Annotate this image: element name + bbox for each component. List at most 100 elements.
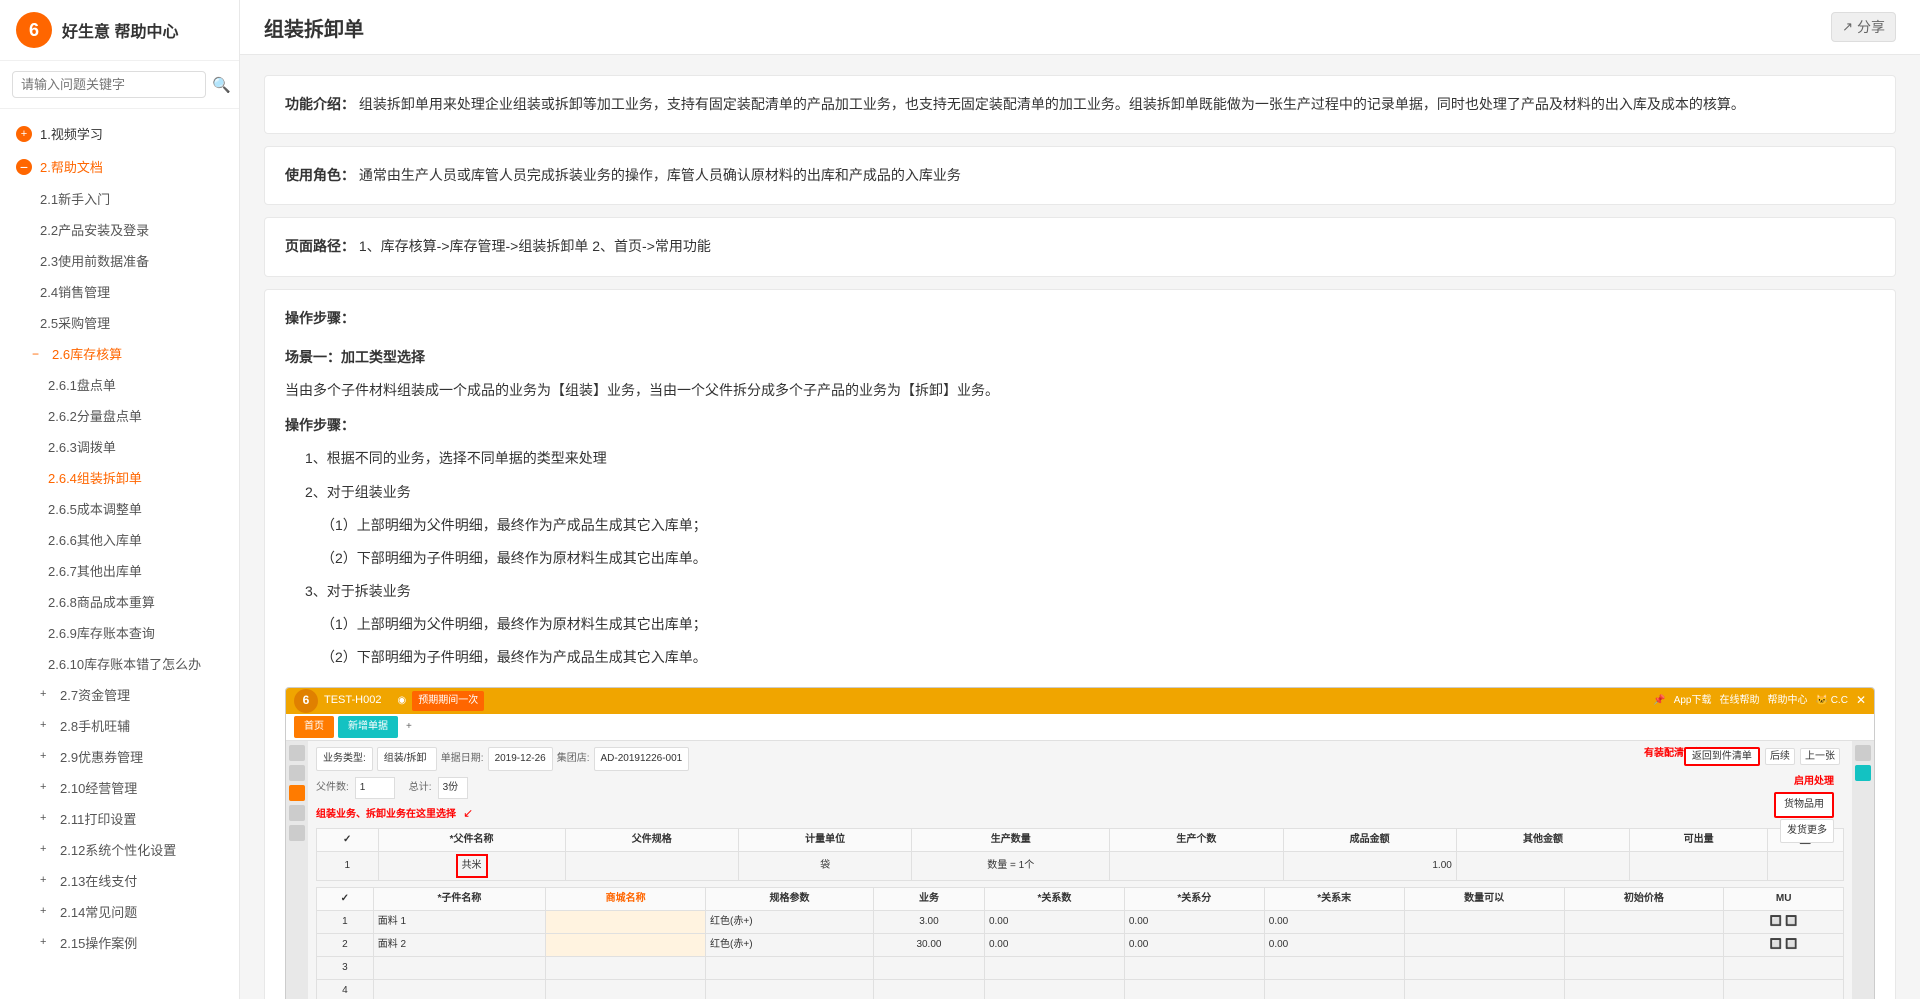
sidebar-item-2-12[interactable]: + 2.12系统个性化设置 [0,834,239,865]
sidebar-item-docs[interactable]: − 2.帮助文档 [0,150,239,183]
annotation-enable: 启用处理 [1794,773,1834,791]
table-row: 3 [317,957,1844,980]
sidebar-item-2-9[interactable]: + 2.9优惠券管理 [0,741,239,772]
step3-1: （1）上部明细为父件明细，最终作为原材料生成其它出库单； [285,612,1875,637]
step3: 3、对于拆装业务 [285,579,1875,604]
sidebar-item-2-6-2[interactable]: 2.6.2分量盘点单 [0,400,239,431]
expand-icon-2-13: + [40,874,54,888]
mock-content-area: 业务类型: 组装/拆卸 单据日期: 2019-12-26 集团店: AD-201… [308,741,1852,999]
sidebar-item-2-8[interactable]: + 2.8手机旺辅 [0,710,239,741]
mock-tab-home: 首页 [294,716,334,738]
mock-logo: 6 [294,689,318,713]
function-intro-label: 功能介绍： [285,96,355,112]
mock-app: 6 TEST-H002 ◉ 预期期间一次 📌 App下载 在线帮助 帮助中心 🐱… [286,688,1874,999]
search-input[interactable] [12,71,206,98]
sidebar-item-2-6-8[interactable]: 2.6.8商品成本重算 [0,586,239,617]
expand-icon-2-8: + [40,719,54,733]
mock-right-icons [1852,741,1874,999]
table-row: 2 面料 2 红色(赤+) 30.00 0.00 0.00 0.00 [317,934,1844,957]
sidebar-item-2-7[interactable]: + 2.7资金管理 [0,679,239,710]
sidebar-item-2-10[interactable]: + 2.10经营管理 [0,772,239,803]
search-icon[interactable]: 🔍 [212,76,231,94]
steps-title: 操作步骤： [285,413,1875,438]
path-label: 页面路径： [285,238,355,254]
sidebar-item-2-15[interactable]: + 2.15操作案例 [0,927,239,958]
table-row: 1 面料 1 红色(赤+) 3.00 0.00 0.00 0.00 [317,911,1844,934]
sidebar-item-2-6-1[interactable]: 2.6.1盘点单 [0,369,239,400]
mock-toolbar: 业务类型: 组装/拆卸 单据日期: 2019-12-26 集团店: AD-201… [316,747,1844,771]
main-content: 组装拆卸单 ↗ 分享 功能介绍： 组装拆卸单用来处理企业组装或拆卸等加工业务，支… [240,0,1920,999]
sidebar-item-2-5[interactable]: 2.5采购管理 [0,307,239,338]
expand-icon-2-15: + [40,936,54,950]
expand-icon-2-12: + [40,843,54,857]
step2-2: （2）下部明细为子件明细，最终作为原材料生成其它出库单。 [285,546,1875,571]
app-title: 好生意 帮助中心 [62,18,178,42]
expand-icon-2-14: + [40,905,54,919]
scenario1-title: 场景一：加工类型选择 [285,345,1875,370]
step1: 1、根据不同的业务，选择不同单据的类型来处理 [285,446,1875,471]
annotation-biz-type: 组装业务、拆卸业务在这里选择 [316,809,456,820]
nav-tree: + 1.视频学习 − 2.帮助文档 2.1新手入门 2.2产品安装及登录 2.3… [0,109,239,999]
app-logo: 6 [16,12,52,48]
expand-icon-2-11: + [40,812,54,826]
table-row: 1 共米 袋 数量 = 1个 1.00 [317,852,1844,881]
step2-1: （1）上部明细为父件明细，最终作为产成品生成其它入库单； [285,513,1875,538]
mock-table1: ✓ *父件名称 父件规格 计量单位 生产数量 生产个数 成品金额 其他金额 可出 [316,828,1844,881]
expand-icon-2-9: + [40,750,54,764]
operations-title: 操作步骤： [285,306,1875,331]
step3-2: （2）下部明细为子件明细，最终作为产成品生成其它入库单。 [285,645,1875,670]
screenshot-block: 6 TEST-H002 ◉ 预期期间一次 📌 App下载 在线帮助 帮助中心 🐱… [285,687,1875,999]
sidebar-item-2-6[interactable]: − 2.6库存核算 [0,338,239,369]
function-intro-block: 功能介绍： 组装拆卸单用来处理企业组装或拆卸等加工业务，支持有固定装配清单的产品… [264,75,1896,134]
sidebar-item-2-6-5[interactable]: 2.6.5成本调整单 [0,493,239,524]
sidebar-item-2-3[interactable]: 2.3使用前数据准备 [0,245,239,276]
sidebar-item-2-6-6[interactable]: 2.6.6其他入库单 [0,524,239,555]
step2: 2、对于组装业务 [285,480,1875,505]
nav-label-1: 1.视频学习 [40,124,103,143]
annotation-row: 组装业务、拆卸业务在这里选择 ↙ [316,803,1844,825]
sidebar-item-video[interactable]: + 1.视频学习 [0,117,239,150]
content-area: 功能介绍： 组装拆卸单用来处理企业组装或拆卸等加工业务，支持有固定装配清单的产品… [240,55,1920,999]
mock-order-id: AD-20191226-001 [594,747,690,771]
operations-block: 操作步骤： 场景一：加工类型选择 当由多个子件材料组装成一个成品的业务为【组装】… [264,289,1896,999]
page-title: 组装拆卸单 [264,13,364,42]
sidebar-item-2-11[interactable]: + 2.11打印设置 [0,803,239,834]
scenario1-desc: 当由多个子件材料组装成一个成品的业务为【组装】业务，当由一个父件拆分成多个子产品… [285,378,1875,403]
expand-icon-2-7: + [40,688,54,702]
mock-bom-btn: 返回到件清单 [1684,747,1760,766]
sidebar-item-2-6-7[interactable]: 2.6.7其他出库单 [0,555,239,586]
sidebar-item-2-4[interactable]: 2.4销售管理 [0,276,239,307]
mock-title: TEST-H002 [324,691,381,711]
sidebar-item-2-6-3[interactable]: 2.6.3调拨单 [0,431,239,462]
sidebar-item-2-1[interactable]: 2.1新手入门 [0,183,239,214]
mock-left-icons [286,741,308,999]
sidebar-item-2-14[interactable]: + 2.14常见问题 [0,896,239,927]
expand-icon-1: + [16,126,32,142]
sidebar-item-2-6-9[interactable]: 2.6.9库存账本查询 [0,617,239,648]
search-box: 🔍 [0,61,239,109]
top-bar: 组装拆卸单 ↗ 分享 [240,0,1920,55]
sidebar-item-2-13[interactable]: + 2.13在线支付 [0,865,239,896]
function-intro-text: 组装拆卸单用来处理企业组装或拆卸等加工业务，支持有固定装配清单的产品加工业务，也… [359,96,1745,112]
sidebar-item-2-6-10[interactable]: 2.6.10库存账本错了怎么办 [0,648,239,679]
share-button[interactable]: ↗ 分享 [1831,12,1896,42]
mock-nav-row: 首页 新增单据 + [286,714,1874,741]
sidebar: 6 好生意 帮助中心 🔍 + 1.视频学习 − 2.帮助文档 2.1新手入门 2… [0,0,240,999]
path-block: 页面路径： 1、库存核算->库存管理->组装拆卸单 2、首页->常用功能 [264,217,1896,276]
nav-sub-docs: 2.1新手入门 2.2产品安装及登录 2.3使用前数据准备 2.4销售管理 2.… [0,183,239,958]
collapse-icon-2-6: − [32,347,46,361]
role-block: 使用角色： 通常由生产人员或库管人员完成拆装业务的操作，库管人员确认原材料的出库… [264,146,1896,205]
mock-titlebar: 6 TEST-H002 ◉ 预期期间一次 📌 App下载 在线帮助 帮助中心 🐱… [286,688,1874,714]
sidebar-item-2-2[interactable]: 2.2产品安装及登录 [0,214,239,245]
sidebar-item-2-6-4[interactable]: 2.6.4组装拆卸单 [0,462,239,493]
nav-group-2: − 2.帮助文档 2.1新手入门 2.2产品安装及登录 2.3使用前数据准备 2… [0,150,239,958]
table-row: 4 [317,980,1844,999]
mock-input-type: 组装/拆卸 [377,747,437,771]
mock-table2: ✓ *子件名称 商城名称 规格参数 业务 *关系数 *关系分 *关系末 数量可以 [316,887,1844,999]
mock-count-row: 父件数: 1 总计: 3份 启用处理 货物品用 发货更多 [316,777,1844,799]
nav-group-1: + 1.视频学习 [0,117,239,150]
mock-btn-save: 业务类型: [316,747,373,771]
mock-tab-new: 新增单据 [338,716,398,738]
mock-main-layout: 业务类型: 组装/拆卸 单据日期: 2019-12-26 集团店: AD-201… [286,741,1874,999]
role-text: 通常由生产人员或库管人员完成拆装业务的操作，库管人员确认原材料的出库和产成品的入… [359,167,961,183]
